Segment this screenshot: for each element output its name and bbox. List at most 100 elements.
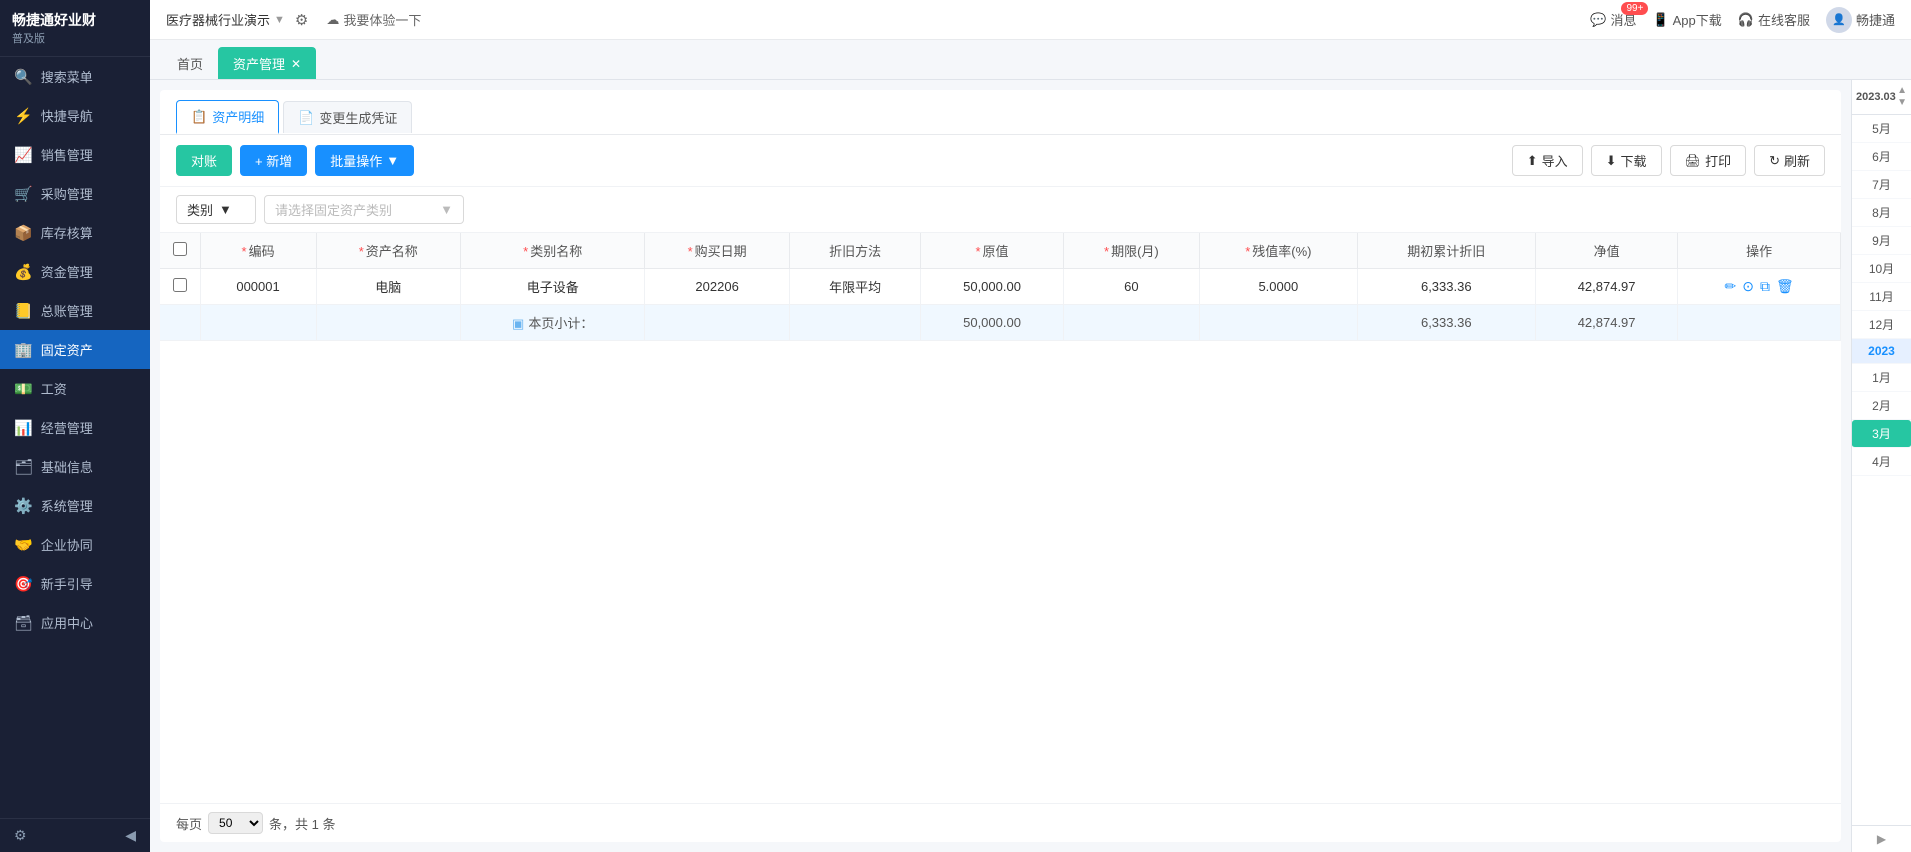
- view-icon[interactable]: ⊙: [1742, 278, 1754, 295]
- subtab-asset-detail[interactable]: 📋 资产明细: [176, 100, 279, 134]
- reconcile-button[interactable]: 对账: [176, 145, 232, 176]
- th-checkbox: [160, 233, 200, 269]
- calendar-collapse-icon[interactable]: ▶: [1877, 832, 1886, 846]
- calendar-month[interactable]: 2月: [1852, 392, 1911, 420]
- online-service-btn[interactable]: 🎧 在线客服: [1738, 10, 1810, 29]
- calendar-month[interactable]: 7月: [1852, 171, 1911, 199]
- service-icon: 🎧: [1738, 12, 1754, 28]
- sidebar-item-inventory[interactable]: 📦 库存核算: [0, 213, 150, 252]
- message-icon: 💬: [1590, 12, 1606, 28]
- calendar-arrows: ▲ ▼: [1897, 86, 1907, 108]
- main-area: 医疗器械行业演示 ▼ ⚙ ☁ 我要体验一下 💬 消息 99+ 📱 App下载 🎧…: [150, 0, 1911, 852]
- calendar-month[interactable]: 8月: [1852, 199, 1911, 227]
- print-icon: 🖨: [1685, 153, 1702, 169]
- cell-net-value: 42,874.97: [1536, 269, 1678, 305]
- toolbar-right: ⬆ 导入 ⬇ 下载 🖨 打印 ↻ 刷新: [1512, 145, 1825, 176]
- sidebar-item-ops[interactable]: 📊 经营管理: [0, 408, 150, 447]
- calendar-up-arrow[interactable]: ▲: [1897, 86, 1907, 96]
- username-label: 畅捷通: [1856, 10, 1895, 29]
- message-btn[interactable]: 💬 消息 99+: [1590, 10, 1636, 29]
- purchase-icon: 🛒: [14, 185, 33, 203]
- sidebar-item-fixed_assets[interactable]: 🏢固定资产: [0, 330, 150, 369]
- subtab-asset-detail-label: 资产明细: [212, 107, 264, 126]
- refresh-button[interactable]: ↻ 刷新: [1754, 145, 1825, 176]
- new-button[interactable]: + 新增: [240, 145, 307, 176]
- calendar-year-label[interactable]: 2023: [1852, 339, 1911, 364]
- sidebar-label-funds: 资金管理: [41, 262, 93, 281]
- company-name: 医疗器械行业演示: [166, 10, 270, 29]
- sidebar-item-quicknav[interactable]: ⚡快捷导航: [0, 96, 150, 135]
- th-initial-dep: 期初累计折旧: [1357, 233, 1536, 269]
- settings-icon[interactable]: ⚙: [14, 827, 27, 844]
- subtab-voucher-gen[interactable]: 📄 变更生成凭证: [283, 101, 412, 133]
- sidebar-item-sales[interactable]: 📈销售管理: [0, 135, 150, 174]
- import-button[interactable]: ⬆ 导入: [1512, 145, 1583, 176]
- asset-table: *编码 *资产名称 *类别名称 *购买日期 折旧方法 *原值 *期限(月) *残…: [160, 233, 1841, 341]
- print-button[interactable]: 🖨 打印: [1670, 145, 1747, 176]
- calendar-month[interactable]: 9月: [1852, 227, 1911, 255]
- select-all-checkbox[interactable]: [173, 242, 187, 256]
- topbar-gear-icon[interactable]: ⚙: [295, 11, 308, 29]
- tab-asset-mgmt[interactable]: 资产管理 ✕: [218, 47, 316, 79]
- app-download-btn[interactable]: 📱 App下载: [1652, 10, 1721, 29]
- refresh-label: 刷新: [1784, 151, 1810, 170]
- row-checkbox[interactable]: [173, 278, 187, 292]
- subtotal-orig-value: 50,000.00: [921, 305, 1063, 341]
- sidebar-item-search[interactable]: 🔍搜索菜单: [0, 57, 150, 96]
- refresh-icon: ↻: [1769, 153, 1780, 169]
- ops-icon: 📊: [14, 419, 33, 437]
- page-size-select[interactable]: 50 100 200: [208, 812, 263, 834]
- sidebar-label-purchase: 采购管理: [41, 184, 93, 203]
- calendar-month[interactable]: 11月: [1852, 283, 1911, 311]
- sidebar-item-purchase[interactable]: 🛒 采购管理: [0, 174, 150, 213]
- topbar-right: 💬 消息 99+ 📱 App下载 🎧 在线客服 👤 畅捷通: [1590, 7, 1895, 33]
- sidebar-item-guide[interactable]: 🎯新手引导: [0, 564, 150, 603]
- company-selector[interactable]: 医疗器械行业演示 ▼: [166, 10, 285, 29]
- copy-icon[interactable]: ⧉: [1760, 278, 1770, 295]
- quicknav-icon: ⚡: [14, 107, 33, 125]
- tab-home[interactable]: 首页: [162, 47, 218, 79]
- calendar-month[interactable]: 12月: [1852, 311, 1911, 339]
- inventory-icon: 📦: [14, 224, 33, 242]
- sidebar-label-apps: 应用中心: [41, 613, 93, 632]
- experience-btn[interactable]: ☁ 我要体验一下: [326, 10, 421, 29]
- subtotal-row: ▣本页小计： 50,000.00 6,333.36 42,874.97: [160, 305, 1841, 341]
- category-filter[interactable]: 类别 ▼: [176, 195, 256, 224]
- sidebar-item-apps[interactable]: 🗃应用中心: [0, 603, 150, 642]
- collapse-icon[interactable]: ◀: [125, 827, 136, 844]
- funds-icon: 💰: [14, 263, 33, 281]
- cell-init-dep: 6,333.36: [1357, 269, 1536, 305]
- calendar-month[interactable]: 10月: [1852, 255, 1911, 283]
- edit-icon[interactable]: ✏: [1724, 278, 1736, 295]
- pagination: 每页 50 100 200 条，共 1 条: [160, 803, 1841, 842]
- calendar-month[interactable]: 3月: [1852, 420, 1911, 448]
- tab-close-icon[interactable]: ✕: [291, 57, 301, 71]
- calendar-down-arrow[interactable]: ▼: [1897, 98, 1907, 108]
- sidebar-item-system[interactable]: ⚙️系统管理: [0, 486, 150, 525]
- calendar-month[interactable]: 4月: [1852, 448, 1911, 476]
- sidebar-item-funds[interactable]: 💰 资金管理: [0, 252, 150, 291]
- guide-icon: 🎯: [14, 575, 33, 593]
- user-menu-btn[interactable]: 👤 畅捷通: [1826, 7, 1895, 33]
- sidebar-label-inventory: 库存核算: [41, 223, 93, 242]
- cell-residual-rate: 5.0000: [1200, 269, 1357, 305]
- category-arrow-icon: ▼: [219, 202, 232, 217]
- th-period: *期限(月): [1063, 233, 1200, 269]
- batch-ops-button[interactable]: 批量操作 ▼: [315, 145, 414, 176]
- cell-period: 60: [1063, 269, 1200, 305]
- calendar-month[interactable]: 6月: [1852, 143, 1911, 171]
- calendar-month[interactable]: 1月: [1852, 364, 1911, 392]
- calendar-month[interactable]: 5月: [1852, 115, 1911, 143]
- app-logo-sub: 普及版: [12, 30, 45, 46]
- download-button[interactable]: ⬇ 下载: [1591, 145, 1662, 176]
- sidebar-item-payroll[interactable]: 💵工资: [0, 369, 150, 408]
- category-input[interactable]: 请选择固定资产类别 ▼: [264, 195, 464, 224]
- import-icon: ⬆: [1527, 153, 1538, 169]
- sidebar-item-base[interactable]: 🗂基础信息: [0, 447, 150, 486]
- sidebar-item-ledger[interactable]: 📒总账管理: [0, 291, 150, 330]
- sidebar-label-ops: 经营管理: [41, 418, 93, 437]
- batch-ops-arrow-icon: ▼: [386, 153, 399, 168]
- sidebar-item-collab[interactable]: 🤝企业协同: [0, 525, 150, 564]
- fixed_assets-icon: 🏢: [14, 341, 33, 359]
- delete-icon[interactable]: 🗑: [1776, 278, 1794, 295]
